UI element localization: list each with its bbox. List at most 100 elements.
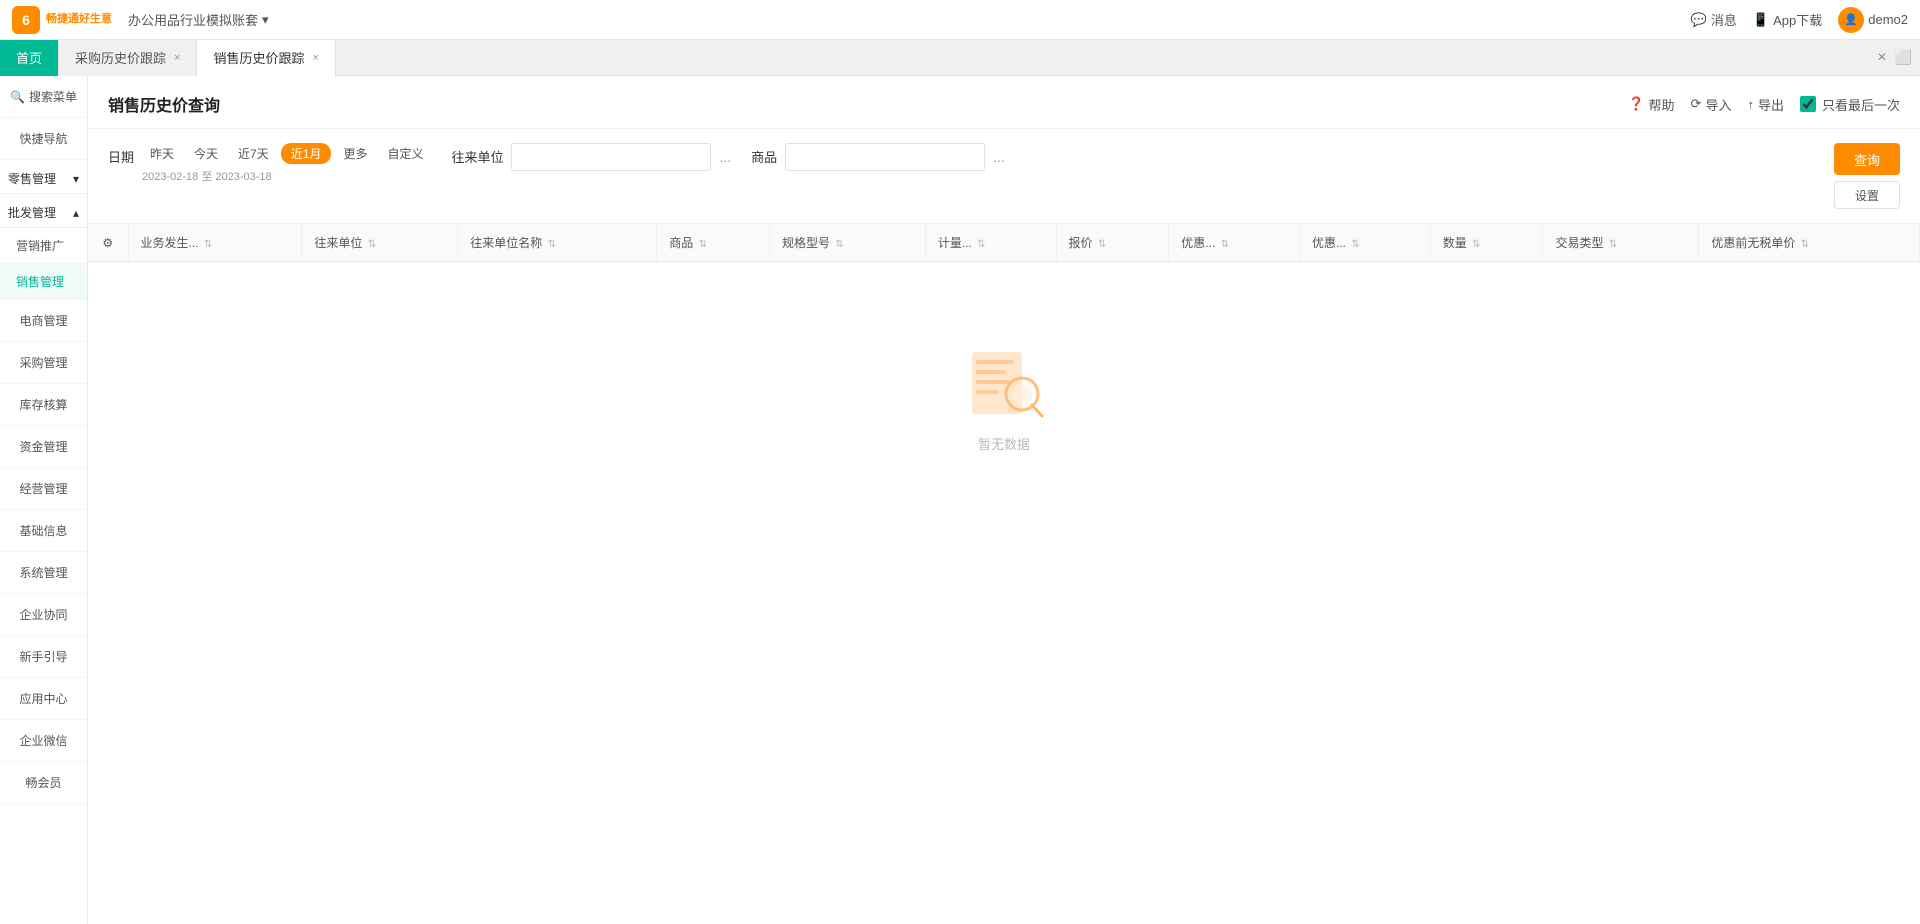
date-tab-more[interactable]: 更多 bbox=[335, 143, 375, 164]
only-last-label: 只看最后一次 bbox=[1822, 95, 1900, 114]
sidebar-ecommerce-label: 电商管理 bbox=[19, 312, 67, 329]
th-partner-code[interactable]: 往来单位 ⇅ bbox=[302, 224, 458, 262]
sidebar-item-quicknav[interactable]: 快捷导航 bbox=[0, 118, 87, 160]
sidebar-item-system[interactable]: 系统管理 bbox=[0, 552, 87, 594]
empty-text: 暂无数据 bbox=[978, 434, 1030, 453]
logo-text: 畅捷通好生意 bbox=[46, 12, 112, 26]
th-discount2[interactable]: 优惠... ⇅ bbox=[1300, 224, 1431, 262]
sidebar-member-label: 畅会员 bbox=[25, 774, 61, 791]
logo-area: 6 畅捷通好生意 bbox=[12, 6, 112, 34]
th-gear[interactable]: ⚙ bbox=[88, 224, 128, 262]
tab-sales-close[interactable]: × bbox=[312, 52, 318, 64]
export-btn[interactable]: ↑ 导出 bbox=[1747, 95, 1784, 114]
sidebar-app-center-label: 应用中心 bbox=[19, 690, 67, 707]
sidebar-item-purchase[interactable]: 采购管理 bbox=[0, 342, 87, 384]
sidebar-item-inventory[interactable]: 库存核算 bbox=[0, 384, 87, 426]
empty-state: 暂无数据 bbox=[88, 262, 1920, 533]
top-header: 6 畅捷通好生意 办公用品行业模拟账套 ▾ 💬 消息 📱 App下载 👤 dem… bbox=[0, 0, 1920, 40]
th-goods[interactable]: 商品 ⇅ bbox=[657, 224, 770, 262]
only-last-checkbox[interactable] bbox=[1800, 96, 1816, 112]
goods-dots[interactable]: ... bbox=[993, 149, 1005, 165]
sidebar-item-basic-info[interactable]: 基础信息 bbox=[0, 510, 87, 552]
chevron-down-icon-wholesale: ▴ bbox=[73, 206, 79, 220]
th-trade-type[interactable]: 交易类型 ⇅ bbox=[1543, 224, 1699, 262]
sidebar-quicknav-label: 快捷导航 bbox=[19, 130, 67, 147]
settings-button[interactable]: 设置 bbox=[1834, 181, 1900, 209]
tab-sales-label: 销售历史价跟踪 bbox=[213, 48, 304, 67]
sidebar-item-finance[interactable]: 资金管理 bbox=[0, 426, 87, 468]
sidebar-enterprise-label: 企业协同 bbox=[19, 606, 67, 623]
tab-home[interactable]: 首页 bbox=[0, 40, 59, 76]
sidebar-item-app-center[interactable]: 应用中心 bbox=[0, 678, 87, 720]
date-tab-custom[interactable]: 自定义 bbox=[379, 143, 431, 164]
tab-sales-history[interactable]: 销售历史价跟踪 × bbox=[197, 40, 335, 76]
sidebar-item-marketing[interactable]: 营销推广 bbox=[0, 228, 87, 264]
supplier-filter-group: 往来单位 ... bbox=[451, 143, 731, 171]
sidebar-marketing-label: 营销推广 bbox=[16, 239, 64, 253]
sidebar-item-operations[interactable]: 经营管理 bbox=[0, 468, 87, 510]
app-download-btn[interactable]: 📱 App下载 bbox=[1753, 10, 1822, 29]
sidebar-basic-info-label: 基础信息 bbox=[19, 522, 67, 539]
sidebar-guide-label: 新手引导 bbox=[19, 648, 67, 665]
content-area: 销售历史价查询 ❓ 帮助 ⟳ 导入 ↑ 导出 只看最后一次 bbox=[88, 76, 1920, 924]
filter-bar: 日期 昨天 今天 近7天 近1月 更多 自定义 2023-02-18 至 202… bbox=[88, 129, 1920, 224]
goods-input[interactable] bbox=[785, 143, 985, 171]
search-icon: 🔍 bbox=[10, 90, 25, 104]
date-tab-today[interactable]: 今天 bbox=[186, 143, 226, 164]
page-actions: ❓ 帮助 ⟳ 导入 ↑ 导出 只看最后一次 bbox=[1628, 95, 1900, 114]
sidebar-item-enterprise[interactable]: 企业协同 bbox=[0, 594, 87, 636]
tab-home-label: 首页 bbox=[16, 48, 42, 67]
sidebar-wholesale-label: 批发管理 bbox=[8, 204, 56, 221]
empty-icon bbox=[954, 342, 1054, 422]
th-spec[interactable]: 规格型号 ⇅ bbox=[769, 224, 925, 262]
date-tab-1month[interactable]: 近1月 bbox=[281, 143, 332, 164]
only-last-toggle: 只看最后一次 bbox=[1800, 95, 1900, 114]
app-selector-label: 办公用品行业模拟账套 bbox=[128, 10, 258, 29]
user-menu-btn[interactable]: 👤 demo2 bbox=[1838, 7, 1908, 33]
help-btn[interactable]: ❓ 帮助 bbox=[1628, 95, 1674, 114]
data-table: ⚙ 业务发生... ⇅ 往来单位 ⇅ 往来单位名称 ⇅ 商品 ⇅ 规格型号 ⇅ … bbox=[88, 224, 1920, 262]
app-selector[interactable]: 办公用品行业模拟账套 ▾ bbox=[120, 10, 277, 29]
th-discount1[interactable]: 优惠... ⇅ bbox=[1169, 224, 1300, 262]
goods-input-group: ... bbox=[785, 143, 1005, 171]
tab-purchase-close[interactable]: × bbox=[174, 52, 180, 64]
sidebar-item-wechat[interactable]: 企业微信 bbox=[0, 720, 87, 762]
sidebar-item-member[interactable]: 畅会员 bbox=[0, 762, 87, 804]
sidebar-item-search[interactable]: 🔍 搜索菜单 bbox=[0, 76, 87, 118]
window-close-btn[interactable]: × bbox=[1877, 49, 1886, 67]
th-partner-name[interactable]: 往来单位名称 ⇅ bbox=[458, 224, 657, 262]
date-filter-group: 日期 昨天 今天 近7天 近1月 更多 自定义 2023-02-18 至 202… bbox=[108, 143, 431, 184]
sidebar-finance-label: 资金管理 bbox=[19, 438, 67, 455]
supplier-input-group: ... bbox=[511, 143, 731, 171]
goods-filter-group: 商品 ... bbox=[751, 143, 1005, 171]
th-quantity[interactable]: 数量 ⇅ bbox=[1430, 224, 1543, 262]
date-tabs: 昨天 今天 近7天 近1月 更多 自定义 bbox=[142, 143, 431, 164]
supplier-input[interactable] bbox=[511, 143, 711, 171]
message-btn[interactable]: 💬 消息 bbox=[1691, 10, 1737, 29]
goods-label: 商品 bbox=[751, 143, 777, 166]
th-quoted-price[interactable]: 报价 ⇅ bbox=[1056, 224, 1169, 262]
tab-purchase-history[interactable]: 采购历史价跟踪 × bbox=[59, 40, 197, 76]
date-tab-7days[interactable]: 近7天 bbox=[230, 143, 277, 164]
date-tab-yesterday[interactable]: 昨天 bbox=[142, 143, 182, 164]
sidebar-operations-label: 经营管理 bbox=[19, 480, 67, 497]
sidebar-item-ecommerce[interactable]: 电商管理 bbox=[0, 300, 87, 342]
th-unit[interactable]: 计量... ⇅ bbox=[925, 224, 1056, 262]
th-biz-date[interactable]: 业务发生... ⇅ bbox=[128, 224, 302, 262]
message-label: 消息 bbox=[1711, 10, 1737, 29]
window-maximize-btn[interactable]: ⬜ bbox=[1895, 49, 1912, 66]
th-pretax-price[interactable]: 优惠前无税单价 ⇅ bbox=[1699, 224, 1920, 262]
sidebar-item-guide[interactable]: 新手引导 bbox=[0, 636, 87, 678]
page-title-bar: 销售历史价查询 ❓ 帮助 ⟳ 导入 ↑ 导出 只看最后一次 bbox=[88, 76, 1920, 129]
sidebar-wechat-label: 企业微信 bbox=[19, 732, 67, 749]
app-download-label: App下载 bbox=[1773, 10, 1822, 29]
sidebar-item-wholesale[interactable]: 批发管理 ▴ bbox=[0, 194, 87, 228]
help-label: 帮助 bbox=[1649, 95, 1675, 114]
sidebar-item-retail[interactable]: 零售管理 ▾ bbox=[0, 160, 87, 194]
query-button[interactable]: 查询 bbox=[1834, 143, 1900, 175]
download-icon: 📱 bbox=[1753, 12, 1769, 28]
import-btn[interactable]: ⟳ 导入 bbox=[1691, 95, 1732, 114]
tab-bar: 首页 采购历史价跟踪 × 销售历史价跟踪 × × ⬜ bbox=[0, 40, 1920, 76]
supplier-dots[interactable]: ... bbox=[719, 149, 731, 165]
sidebar-item-sales[interactable]: 销售管理 bbox=[0, 264, 87, 300]
